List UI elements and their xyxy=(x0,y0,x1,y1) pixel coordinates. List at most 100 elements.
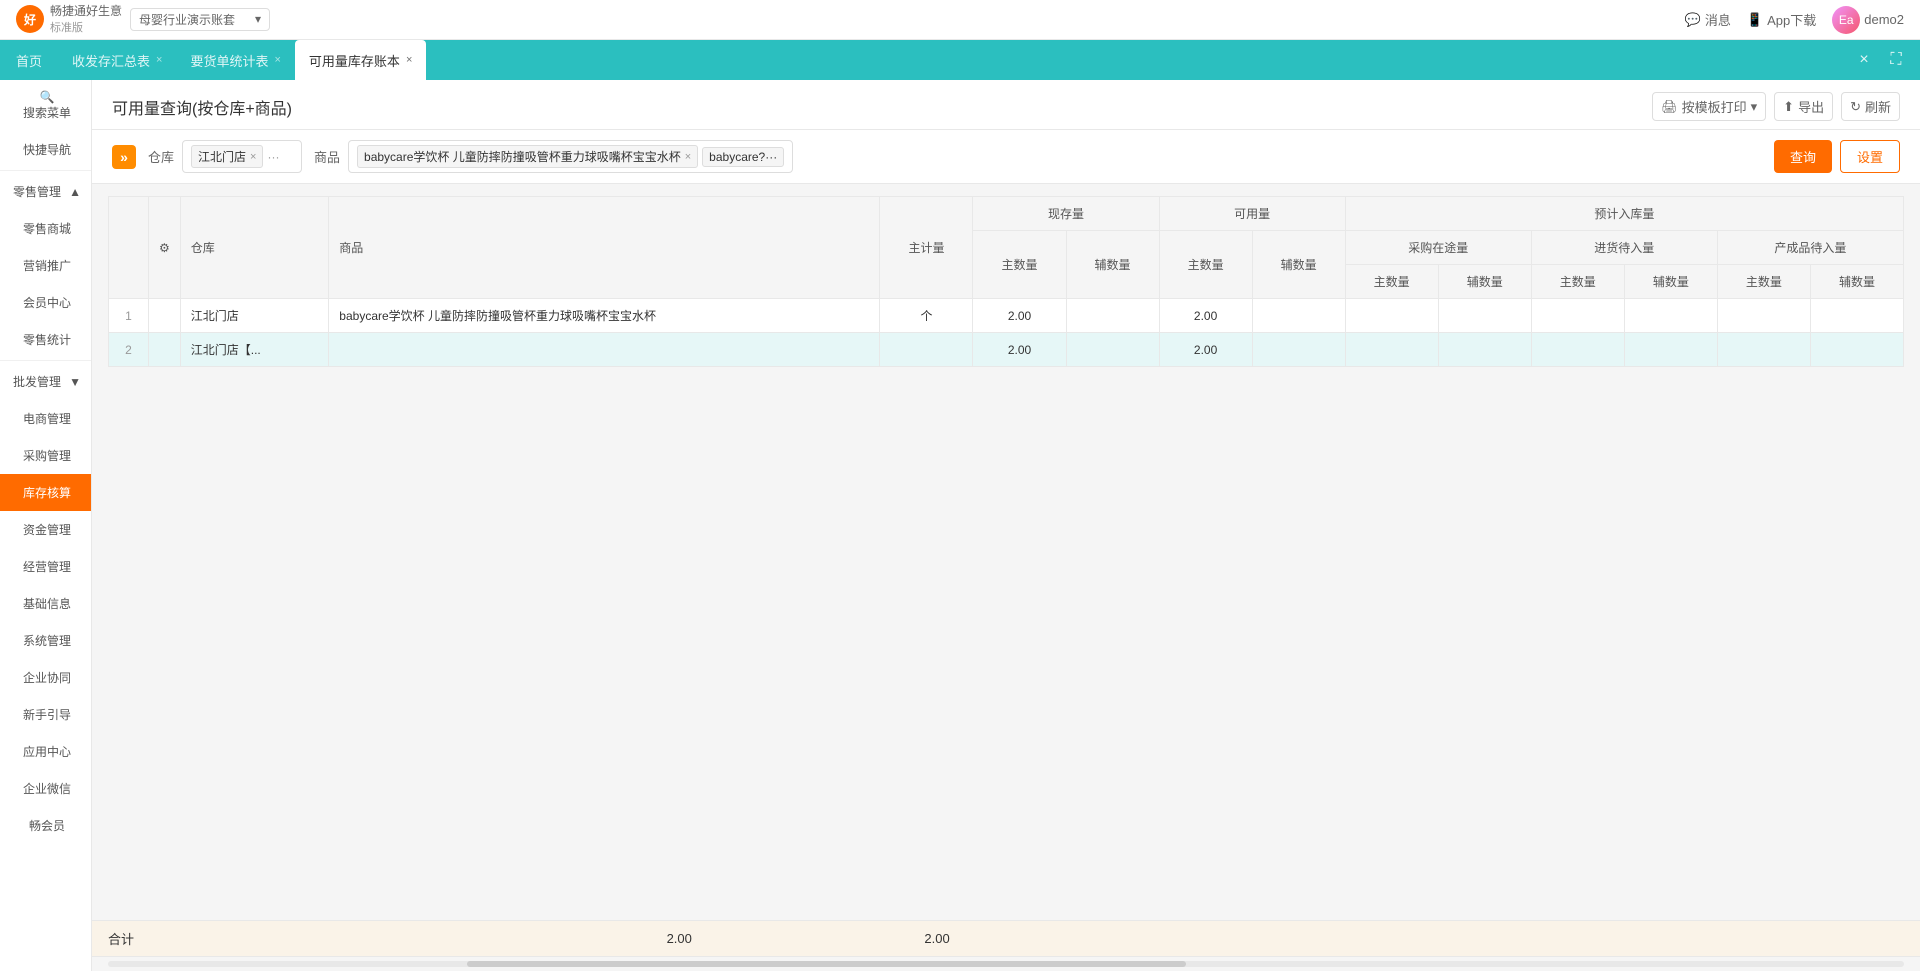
query-btn[interactable]: 查询 xyxy=(1774,140,1832,173)
product-tag-1: babycare学饮杯 儿童防摔防撞吸管杯重力球吸嘴杯宝宝水杯 × xyxy=(357,145,698,168)
sidebar-item-member2[interactable]: 畅会员 xyxy=(0,807,91,844)
row-1-stock-main: 2.00 xyxy=(973,299,1066,333)
sidebar-item-retail-mgmt[interactable]: 零售管理 ▲ xyxy=(0,173,91,210)
row-2-product xyxy=(329,333,880,367)
scrollbar-thumb[interactable] xyxy=(467,961,1185,967)
row-2-stock-main: 2.00 xyxy=(973,333,1066,367)
tab-order-close[interactable]: × xyxy=(274,54,280,66)
footer-inbound-aux xyxy=(1517,931,1646,946)
table-container: ⚙ 仓库 商品 主计量 现存量 可用量 预计入库量 主数量 辅数量 主数量 辅数… xyxy=(92,184,1920,920)
filter-expand-btn[interactable]: » xyxy=(112,145,136,169)
tab-receipt[interactable]: 收发存汇总表 × xyxy=(58,40,176,80)
search-icon: 🔍 xyxy=(11,90,83,104)
col-prod-main-header: 主数量 xyxy=(1717,265,1810,299)
message-btn[interactable]: 💬 消息 xyxy=(1685,10,1731,29)
sidebar-item-purchase[interactable]: 采购管理 xyxy=(0,437,91,474)
row-2-settings xyxy=(149,333,181,367)
sidebar-item-app-center[interactable]: 应用中心 xyxy=(0,733,91,770)
horizontal-scrollbar[interactable] xyxy=(108,961,1904,967)
row-2-avail-aux xyxy=(1252,333,1345,367)
print-btn[interactable]: 🖨 按模板打印 ▾ xyxy=(1652,92,1766,121)
product-filter-group: 商品 babycare学饮杯 儿童防摔防撞吸管杯重力球吸嘴杯宝宝水杯 × bab… xyxy=(314,140,793,173)
footer-label: 合计 xyxy=(108,929,228,948)
user-menu[interactable]: Ea demo2 xyxy=(1832,6,1904,34)
account-selector[interactable]: 母婴行业演示账套 ▾ xyxy=(130,8,270,31)
refresh-icon: ↻ xyxy=(1850,99,1861,115)
sidebar-item-sys-mgmt[interactable]: 系统管理 xyxy=(0,622,91,659)
product-remove-btn-1[interactable]: × xyxy=(685,151,691,163)
tab-available-close[interactable]: × xyxy=(406,54,412,66)
row-1-warehouse: 江北门店 xyxy=(180,299,329,333)
tab-order[interactable]: 要货单统计表 × xyxy=(176,40,294,80)
row-1-inbound-aux xyxy=(1624,299,1717,333)
logo-area: 好 畅捷通好生意 标准版 xyxy=(16,4,122,34)
export-btn[interactable]: ⬆ 导出 xyxy=(1774,92,1833,121)
top-bar-right: 💬 消息 📱 App下载 Ea demo2 xyxy=(1685,6,1904,34)
footer-avail-main: 2.00 xyxy=(873,931,1002,946)
footer-values: 2.00 2.00 xyxy=(228,931,1904,946)
sidebar-item-ecommerce[interactable]: 电商管理 xyxy=(0,400,91,437)
row-2-avail-main: 2.00 xyxy=(1159,333,1252,367)
avatar: Ea xyxy=(1832,6,1860,34)
close-window-btn[interactable]: × xyxy=(1852,48,1876,72)
logo-icon: 好 xyxy=(16,5,44,33)
chevron-down-icon: ▾ xyxy=(255,12,261,26)
app-download-btn[interactable]: 📱 App下载 xyxy=(1747,10,1816,29)
col-purchase-transit-header: 采购在途量 xyxy=(1345,231,1531,265)
footer-stock-main: 2.00 xyxy=(615,931,744,946)
footer-prod-aux xyxy=(1775,931,1904,946)
sidebar-item-inventory[interactable]: 库存核算 xyxy=(0,474,91,511)
col-warehouse-header: 仓库 xyxy=(180,197,329,299)
row-1-avail-aux xyxy=(1252,299,1345,333)
refresh-btn[interactable]: ↻ 刷新 xyxy=(1841,92,1900,121)
settings-btn[interactable]: 设置 xyxy=(1840,140,1900,173)
row-2-prod-aux xyxy=(1810,333,1903,367)
sidebar-quick-nav[interactable]: 快捷导航 xyxy=(0,131,91,168)
sidebar-item-marketing[interactable]: 营销推广 xyxy=(0,247,91,284)
expand-icon-2: ▼ xyxy=(69,375,81,389)
sidebar-item-finance[interactable]: 资金管理 xyxy=(0,511,91,548)
footer-spacer-1 xyxy=(228,931,357,946)
filter-actions: 查询 设置 xyxy=(1774,140,1900,173)
sidebar-item-member[interactable]: 会员中心 xyxy=(0,284,91,321)
tab-receipt-close[interactable]: × xyxy=(156,54,162,66)
col-pur-aux-header: 辅数量 xyxy=(1438,265,1531,299)
row-1-pur-main xyxy=(1345,299,1438,333)
warehouse-remove-btn[interactable]: × xyxy=(250,151,256,163)
sidebar-item-operations[interactable]: 经营管理 xyxy=(0,548,91,585)
maximize-window-btn[interactable]: ⛶ xyxy=(1884,48,1908,72)
chevron-print-icon: ▾ xyxy=(1751,99,1758,115)
sidebar-item-enterprise[interactable]: 企业协同 xyxy=(0,659,91,696)
footer-spacer-3 xyxy=(486,931,615,946)
filter-bar: » 仓库 江北门店 × ··· 商品 babycare学饮杯 儿童防摔防撞吸管杯… xyxy=(92,130,1920,184)
col-pur-main-header: 主数量 xyxy=(1345,265,1438,299)
row-2-stock-aux xyxy=(1066,333,1159,367)
row-1-pur-aux xyxy=(1438,299,1531,333)
sidebar-item-newbie[interactable]: 新手引导 xyxy=(0,696,91,733)
sidebar-divider-2 xyxy=(0,360,91,361)
sidebar-item-retail-stats[interactable]: 零售统计 xyxy=(0,321,91,358)
sidebar-search[interactable]: 🔍 搜索菜单 xyxy=(0,80,91,131)
col-available-header: 可用量 xyxy=(1159,197,1345,231)
warehouse-input[interactable]: 江北门店 × ··· xyxy=(182,140,302,173)
col-avail-main-header: 主数量 xyxy=(1159,231,1252,299)
col-unit-header: 主计量 xyxy=(880,197,973,299)
col-forecast-header: 预计入库量 xyxy=(1345,197,1903,231)
col-prod-aux-header: 辅数量 xyxy=(1810,265,1903,299)
mobile-icon: 📱 xyxy=(1747,12,1763,28)
tab-right-actions: × ⛶ xyxy=(1840,40,1920,80)
sidebar-item-wholesale-mgmt[interactable]: 批发管理 ▼ xyxy=(0,363,91,400)
settings-col-icon[interactable]: ⚙ xyxy=(159,241,170,255)
tab-receipt-label: 收发存汇总表 xyxy=(72,51,150,70)
top-bar: 好 畅捷通好生意 标准版 母婴行业演示账套 ▾ 💬 消息 📱 App下载 Ea … xyxy=(0,0,1920,40)
warehouse-more-btn[interactable]: ··· xyxy=(267,150,279,164)
sidebar-item-weixin[interactable]: 企业微信 xyxy=(0,770,91,807)
tab-available[interactable]: 可用量库存账本 × xyxy=(295,40,426,80)
sidebar-item-retail-mall[interactable]: 零售商城 xyxy=(0,210,91,247)
logo-text-area: 畅捷通好生意 标准版 xyxy=(50,4,122,34)
product-input[interactable]: babycare学饮杯 儿童防摔防撞吸管杯重力球吸嘴杯宝宝水杯 × babyca… xyxy=(348,140,793,173)
sidebar-item-basic-info[interactable]: 基础信息 xyxy=(0,585,91,622)
logo-subtext: 标准版 xyxy=(50,19,122,35)
tab-home[interactable]: 首页 xyxy=(0,40,58,80)
row-2-prod-main xyxy=(1717,333,1810,367)
